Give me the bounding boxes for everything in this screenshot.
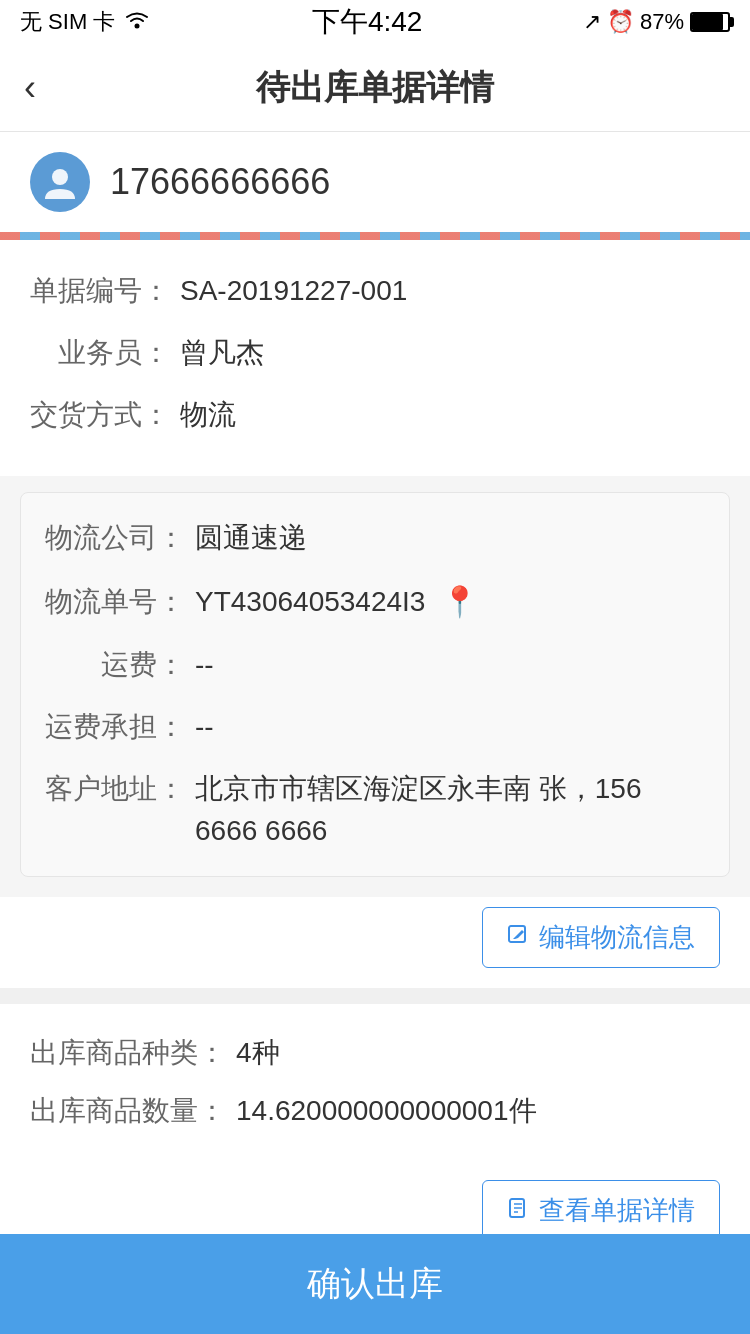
status-bar-right: ↗ ⏰ 87% [583, 9, 730, 35]
bottom-bar: 确认出库 [0, 1234, 750, 1334]
order-no-value: SA-20191227-001 [180, 270, 720, 312]
customer-section: 17666666666 [0, 132, 750, 232]
edit-btn-row: 编辑物流信息 [0, 897, 750, 988]
order-no-label: 单据编号： [30, 270, 170, 312]
logistics-company-value: 圆通速递 [195, 517, 705, 559]
logistics-company-label: 物流公司： [45, 517, 185, 559]
address-value: 北京市市辖区海淀区永丰南 张，156 6666 6666 [195, 768, 705, 852]
goods-quantity-row: 出库商品数量： 14.620000000000001件 [30, 1092, 720, 1130]
order-no-row: 单据编号： SA-20191227-001 [30, 270, 720, 312]
nav-bar: ‹ 待出库单据详情 [0, 44, 750, 132]
freight-value: -- [195, 644, 705, 686]
logistics-card: 物流公司： 圆通速递 物流单号： YT43064053424I3 📍 运费： -… [20, 492, 730, 877]
view-detail-button[interactable]: 查看单据详情 [482, 1180, 720, 1241]
tracking-label: 物流单号： [45, 581, 185, 623]
logistics-company-row: 物流公司： 圆通速递 [45, 517, 705, 559]
svg-point-0 [135, 24, 140, 29]
status-bar-left: 无 SIM 卡 [20, 7, 151, 37]
alarm-icon: ⏰ [607, 9, 634, 35]
address-label: 客户地址： [45, 768, 185, 810]
edit-icon [507, 924, 529, 952]
customer-phone: 17666666666 [110, 161, 330, 203]
page-title: 待出库单据详情 [256, 65, 494, 111]
goods-type-value: 4种 [236, 1034, 280, 1072]
freight-label: 运费： [45, 644, 185, 686]
logistics-tracking-row: 物流单号： YT43064053424I3 📍 [45, 579, 705, 624]
order-info-section: 单据编号： SA-20191227-001 业务员： 曾凡杰 交货方式： 物流 [0, 240, 750, 476]
address-row: 客户地址： 北京市市辖区海淀区永丰南 张，156 6666 6666 [45, 768, 705, 852]
delivery-value: 物流 [180, 394, 720, 436]
goods-type-row: 出库商品种类： 4种 [30, 1034, 720, 1072]
wifi-icon [123, 9, 151, 35]
freight-row: 运费： -- [45, 644, 705, 686]
goods-quantity-value: 14.620000000000001件 [236, 1092, 537, 1130]
edit-logistics-label: 编辑物流信息 [539, 920, 695, 955]
salesperson-label: 业务员： [30, 332, 170, 374]
edit-logistics-button[interactable]: 编辑物流信息 [482, 907, 720, 968]
salesperson-value: 曾凡杰 [180, 332, 720, 374]
location-status-icon: ↗ [583, 9, 601, 35]
document-icon [507, 1195, 529, 1226]
battery-icon [690, 12, 730, 32]
freight-bearer-row: 运费承担： -- [45, 706, 705, 748]
map-pin-icon[interactable]: 📍 [441, 579, 478, 624]
battery-percent: 87% [640, 9, 684, 35]
svg-point-1 [52, 169, 68, 185]
salesperson-row: 业务员： 曾凡杰 [30, 332, 720, 374]
goods-section: 出库商品种类： 4种 出库商品数量： 14.620000000000001件 [0, 1004, 750, 1170]
back-button[interactable]: ‹ [24, 67, 36, 109]
status-bar: 无 SIM 卡 下午4:42 ↗ ⏰ 87% [0, 0, 750, 44]
goods-quantity-label: 出库商品数量： [30, 1092, 226, 1130]
freight-bearer-value: -- [195, 706, 705, 748]
section-divider [0, 988, 750, 1004]
page-content: 17666666666 单据编号： SA-20191227-001 业务员： 曾… [0, 132, 750, 1334]
tracking-number: YT43064053424I3 [195, 581, 425, 623]
carrier-text: 无 SIM 卡 [20, 7, 115, 37]
status-bar-time: 下午4:42 [312, 3, 423, 41]
view-detail-label: 查看单据详情 [539, 1193, 695, 1228]
freight-bearer-label: 运费承担： [45, 706, 185, 748]
avatar [30, 152, 90, 212]
delivery-row: 交货方式： 物流 [30, 394, 720, 436]
goods-type-label: 出库商品种类： [30, 1034, 226, 1072]
dashed-separator [0, 232, 750, 240]
svg-rect-2 [509, 926, 525, 942]
delivery-label: 交货方式： [30, 394, 170, 436]
confirm-button[interactable]: 确认出库 [307, 1261, 443, 1307]
